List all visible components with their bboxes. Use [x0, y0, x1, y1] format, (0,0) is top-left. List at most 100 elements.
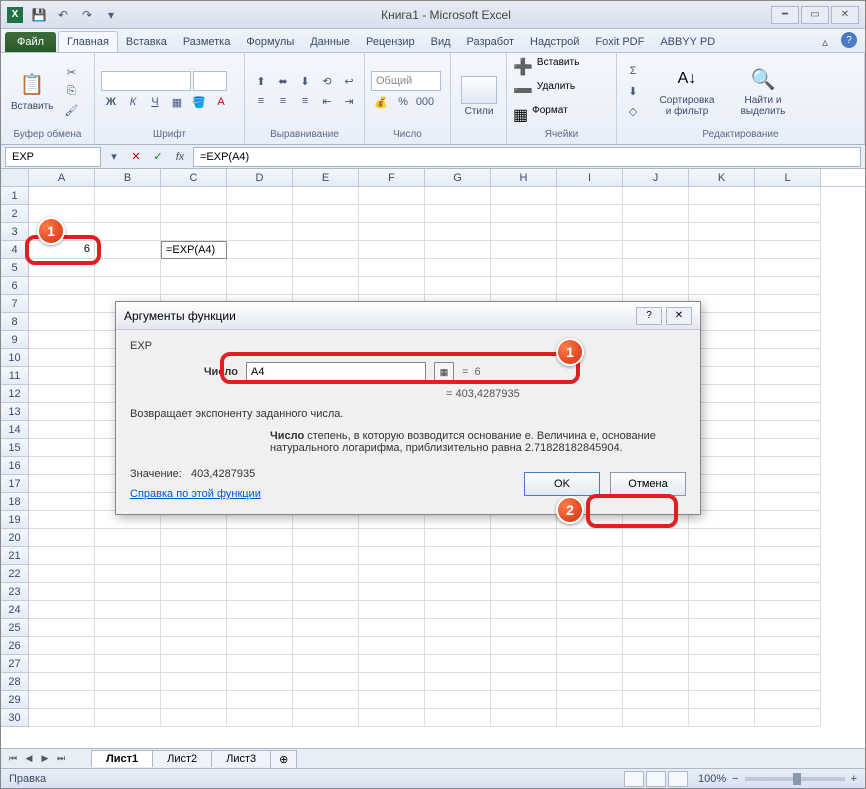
cell[interactable] [557, 583, 623, 601]
cell[interactable] [29, 187, 95, 205]
cell[interactable] [557, 241, 623, 259]
cell[interactable] [755, 691, 821, 709]
cell[interactable] [755, 223, 821, 241]
maximize-button[interactable]: ▭ [801, 6, 829, 24]
cell[interactable] [755, 205, 821, 223]
row-header[interactable]: 10 [1, 349, 29, 367]
cell[interactable] [491, 637, 557, 655]
cell[interactable] [161, 691, 227, 709]
cell[interactable] [557, 259, 623, 277]
cell[interactable] [557, 619, 623, 637]
cell[interactable] [491, 691, 557, 709]
format-button[interactable]: Формат [532, 105, 568, 125]
cell[interactable] [227, 259, 293, 277]
sheet-nav-first-icon[interactable]: ⏮ [5, 751, 21, 767]
cell[interactable] [29, 511, 95, 529]
cell[interactable] [359, 277, 425, 295]
cell[interactable] [95, 583, 161, 601]
name-box-dropdown-icon[interactable]: ▾ [105, 148, 123, 166]
cell[interactable] [425, 601, 491, 619]
name-box[interactable]: EXP [5, 147, 101, 167]
cell[interactable] [425, 241, 491, 259]
accept-formula-icon[interactable]: ✓ [149, 148, 167, 166]
cell[interactable] [359, 529, 425, 547]
view-normal-icon[interactable] [624, 771, 644, 787]
cell[interactable] [425, 223, 491, 241]
column-header[interactable]: E [293, 169, 359, 186]
align-left-icon[interactable]: ≡ [251, 92, 271, 110]
row-header[interactable]: 11 [1, 367, 29, 385]
cell[interactable]: =EXP(A4) [161, 241, 227, 259]
cell[interactable] [293, 691, 359, 709]
sheet-tab-2[interactable]: Лист2 [152, 750, 212, 767]
cell[interactable] [293, 241, 359, 259]
cell[interactable] [359, 259, 425, 277]
tab-formulas[interactable]: Формулы [238, 32, 302, 52]
cell[interactable] [359, 655, 425, 673]
cell[interactable] [755, 655, 821, 673]
cell[interactable] [293, 637, 359, 655]
row-header[interactable]: 17 [1, 475, 29, 493]
cell[interactable] [293, 565, 359, 583]
cell[interactable] [689, 241, 755, 259]
bold-button[interactable]: Ж [101, 93, 121, 111]
cell[interactable] [359, 187, 425, 205]
cell[interactable] [95, 673, 161, 691]
cell[interactable] [755, 187, 821, 205]
currency-icon[interactable]: 💰 [371, 93, 391, 111]
cell[interactable] [425, 673, 491, 691]
file-tab[interactable]: Файл [5, 32, 56, 52]
cell[interactable] [557, 529, 623, 547]
cell[interactable] [557, 277, 623, 295]
cell[interactable] [227, 619, 293, 637]
tab-layout[interactable]: Разметка [175, 32, 239, 52]
cell[interactable] [227, 547, 293, 565]
cell[interactable] [29, 385, 95, 403]
cell[interactable] [95, 691, 161, 709]
column-header[interactable]: C [161, 169, 227, 186]
cell[interactable] [755, 403, 821, 421]
cell[interactable] [29, 349, 95, 367]
cell[interactable] [623, 259, 689, 277]
cell[interactable] [359, 205, 425, 223]
insert-cell-icon[interactable]: ➕ [513, 57, 533, 77]
cell[interactable] [161, 619, 227, 637]
cell[interactable] [161, 547, 227, 565]
cell[interactable] [161, 709, 227, 727]
cell[interactable] [359, 709, 425, 727]
cell[interactable] [227, 655, 293, 673]
cell[interactable] [227, 205, 293, 223]
cell[interactable] [29, 295, 95, 313]
select-all-corner[interactable] [1, 169, 29, 186]
view-layout-icon[interactable] [646, 771, 666, 787]
cell[interactable] [689, 529, 755, 547]
cell[interactable] [293, 277, 359, 295]
cell[interactable] [689, 205, 755, 223]
delete-cell-icon[interactable]: ➖ [513, 81, 533, 101]
row-header[interactable]: 15 [1, 439, 29, 457]
cancel-formula-icon[interactable]: ✕ [127, 148, 145, 166]
save-icon[interactable]: 💾 [29, 5, 49, 25]
cell[interactable] [623, 637, 689, 655]
insert-button[interactable]: Вставить [537, 57, 579, 77]
cell[interactable] [557, 709, 623, 727]
cell[interactable] [623, 655, 689, 673]
cell[interactable] [755, 709, 821, 727]
comma-icon[interactable]: 000 [415, 93, 435, 111]
fill-icon[interactable]: ⬇ [623, 82, 643, 100]
find-select-button[interactable]: 🔍 Найти и выделить [731, 63, 795, 119]
column-header[interactable]: I [557, 169, 623, 186]
italic-button[interactable]: К [123, 93, 143, 111]
autosum-icon[interactable]: Σ [623, 62, 643, 80]
cell[interactable] [227, 565, 293, 583]
row-header[interactable]: 29 [1, 691, 29, 709]
fill-color-icon[interactable]: 🪣 [189, 93, 209, 111]
row-header[interactable]: 25 [1, 619, 29, 637]
redo-icon[interactable]: ↷ [77, 5, 97, 25]
cell[interactable] [227, 673, 293, 691]
row-header[interactable]: 2 [1, 205, 29, 223]
cell[interactable] [689, 187, 755, 205]
cell[interactable] [425, 277, 491, 295]
cell[interactable] [755, 313, 821, 331]
font-color-icon[interactable]: A [211, 93, 231, 111]
